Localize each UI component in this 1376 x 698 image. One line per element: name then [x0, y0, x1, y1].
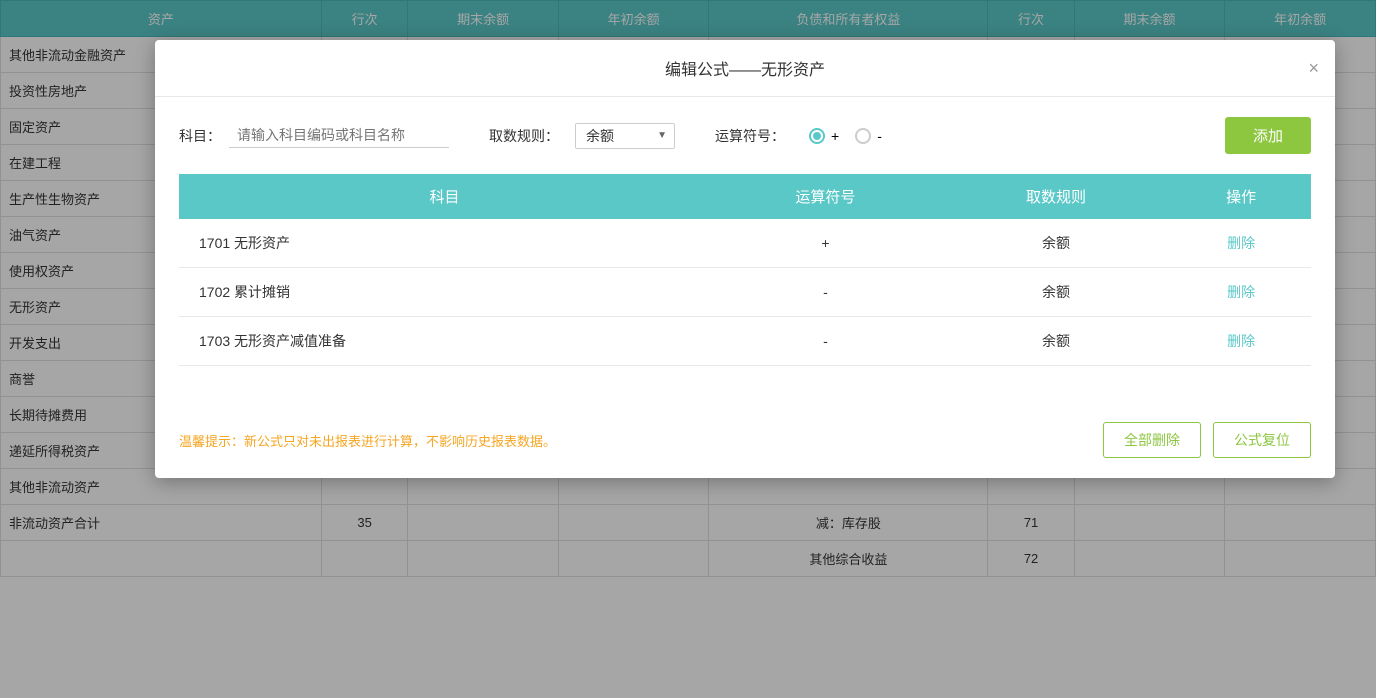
modal-header: 编辑公式——无形资产 × [155, 40, 1335, 97]
modal-footer: 温馨提示：新公式只对未出报表进行计算，不影响历史报表数据。 全部删除 公式复位 [155, 406, 1335, 478]
rule-section: 取数规则： 余额 借方发生额 贷方发生额 ▼ [489, 123, 675, 149]
row1-operator: + [710, 219, 941, 268]
modal-title: 编辑公式——无形资产 [665, 56, 825, 80]
edit-formula-modal: 编辑公式——无形资产 × 科目： 取数规则： 余额 借方发生额 贷方发生额 ▼ … [155, 40, 1335, 478]
operator-plus-label: + [831, 128, 839, 144]
row1-delete-button[interactable]: 删除 [1227, 235, 1255, 251]
row3-subject: 1703 无形资产减值准备 [179, 317, 710, 366]
operator-minus-label: - [877, 128, 882, 144]
hint-text: 温馨提示：新公式只对未出报表进行计算，不影响历史报表数据。 [179, 431, 556, 450]
col-subject: 科目 [179, 174, 710, 219]
row3-delete-button[interactable]: 删除 [1227, 333, 1255, 349]
row3-rule: 余额 [941, 317, 1172, 366]
add-button[interactable]: 添加 [1225, 117, 1311, 154]
row2-delete-button[interactable]: 删除 [1227, 284, 1255, 300]
delete-all-button[interactable]: 全部删除 [1103, 422, 1201, 458]
row3-operator: - [710, 317, 941, 366]
table-row: 1703 无形资产减值准备 - 余额 删除 [179, 317, 1311, 366]
close-icon[interactable]: × [1308, 59, 1319, 77]
subject-input[interactable] [229, 123, 449, 148]
table-row: 1701 无形资产 + 余额 删除 [179, 219, 1311, 268]
operator-group: 运算符号： + - [715, 126, 882, 146]
radio-minus-icon [855, 128, 871, 144]
reset-formula-button[interactable]: 公式复位 [1213, 422, 1311, 458]
rule-select-wrap[interactable]: 余额 借方发生额 贷方发生额 ▼ [575, 123, 675, 149]
row3-action-cell: 删除 [1171, 317, 1311, 366]
footer-buttons: 全部删除 公式复位 [1103, 422, 1311, 458]
row2-subject: 1702 累计摊销 [179, 268, 710, 317]
row1-rule: 余额 [941, 219, 1172, 268]
col-operator: 运算符号 [710, 174, 941, 219]
rule-label: 取数规则： [489, 126, 559, 146]
formula-form-row: 科目： 取数规则： 余额 借方发生额 贷方发生额 ▼ 运算符号： + [179, 117, 1311, 154]
table-row: 1702 累计摊销 - 余额 删除 [179, 268, 1311, 317]
operator-label: 运算符号： [715, 126, 785, 146]
radio-plus-icon [809, 128, 825, 144]
col-action: 操作 [1171, 174, 1311, 219]
subject-label: 科目： [179, 126, 221, 146]
row2-rule: 余额 [941, 268, 1172, 317]
row1-action-cell: 删除 [1171, 219, 1311, 268]
formula-table: 科目 运算符号 取数规则 操作 1701 无形资产 + 余额 删除 1702 累… [179, 174, 1311, 366]
row2-operator: - [710, 268, 941, 317]
col-rule: 取数规则 [941, 174, 1172, 219]
row1-subject: 1701 无形资产 [179, 219, 710, 268]
row2-action-cell: 删除 [1171, 268, 1311, 317]
modal-body: 科目： 取数规则： 余额 借方发生额 贷方发生额 ▼ 运算符号： + [155, 97, 1335, 406]
operator-minus-option[interactable]: - [855, 128, 882, 144]
operator-plus-option[interactable]: + [809, 128, 839, 144]
rule-select[interactable]: 余额 借方发生额 贷方发生额 [575, 123, 675, 149]
